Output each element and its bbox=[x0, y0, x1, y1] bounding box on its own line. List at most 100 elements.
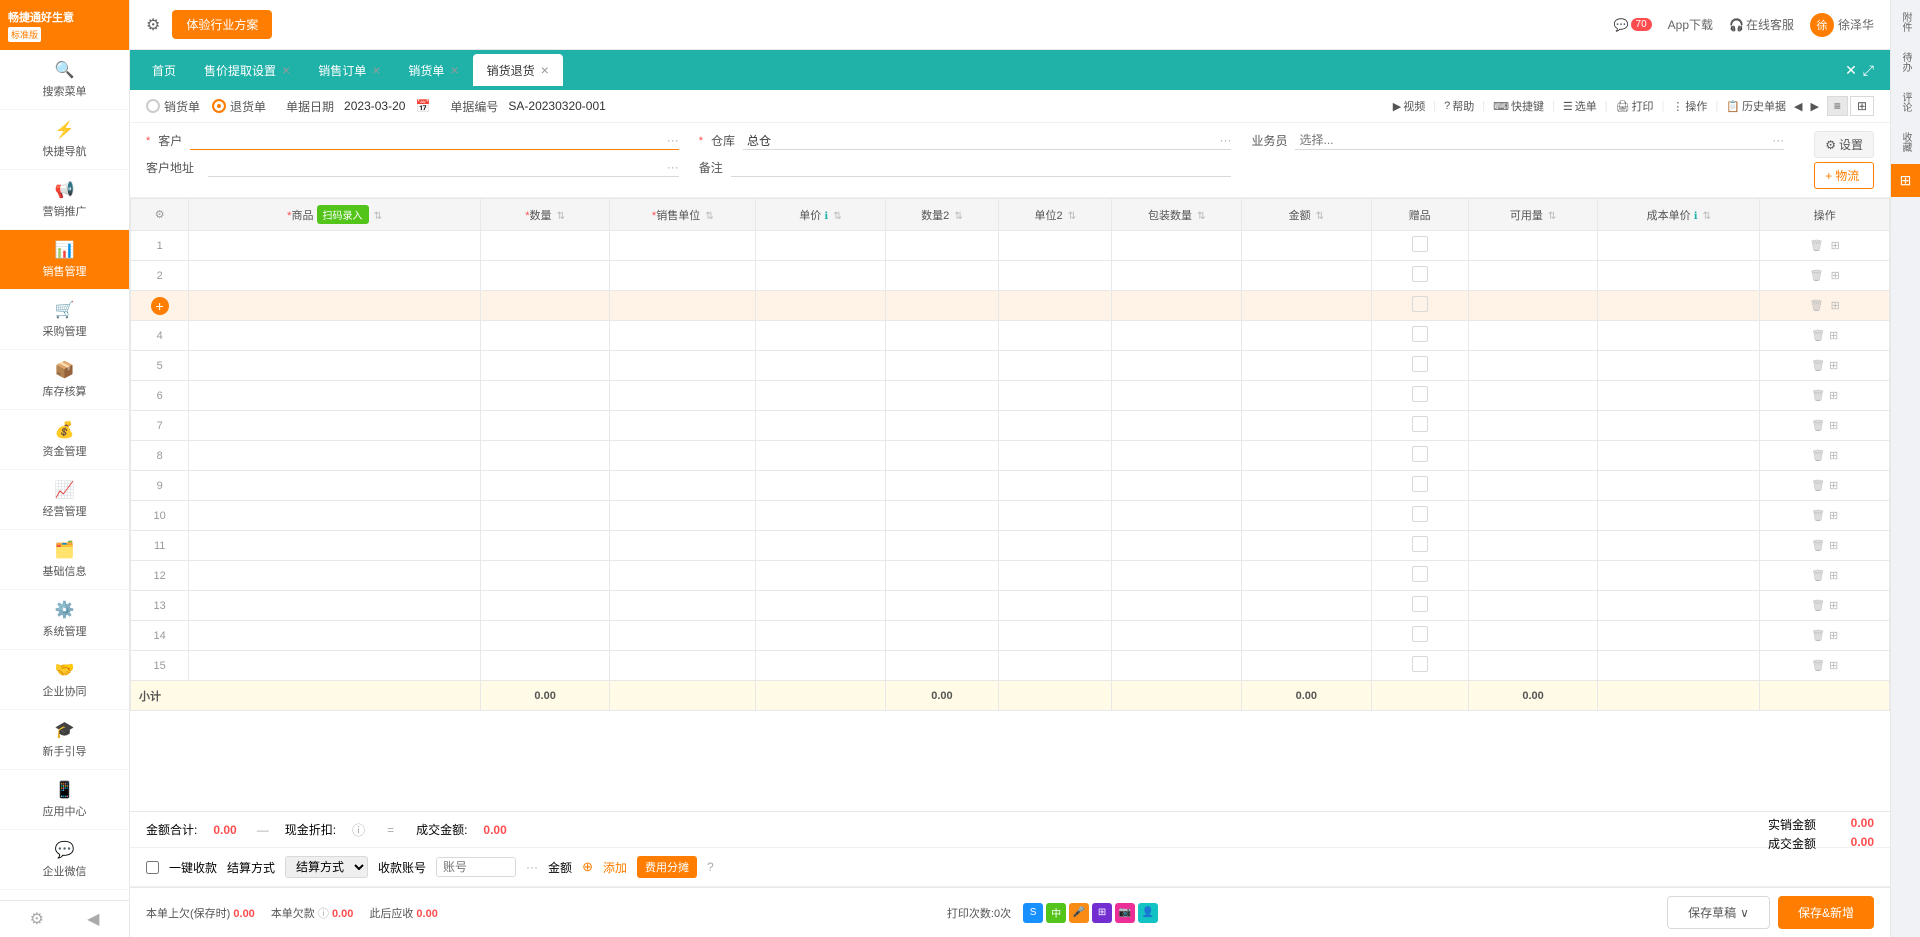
row-3-unit2[interactable] bbox=[999, 291, 1112, 321]
row-10-delete-icon[interactable]: 🗑 bbox=[1811, 510, 1825, 522]
expense-info-icon[interactable]: ? bbox=[707, 860, 714, 874]
staff-input[interactable] bbox=[1295, 131, 1772, 149]
row-2-product[interactable] bbox=[189, 261, 481, 291]
sidebar-item-purchase[interactable]: 🛒 采购管理 bbox=[0, 290, 129, 350]
row-6-delete-icon[interactable]: 🗑 bbox=[1811, 390, 1825, 402]
sidebar-item-member[interactable]: 👑 畅会员 bbox=[0, 890, 129, 900]
amount-sort-icon[interactable]: ⇅ bbox=[1316, 211, 1324, 222]
row-14-delete-icon[interactable]: 🗑 bbox=[1811, 630, 1825, 642]
shortcut-btn[interactable]: ⌨ 快捷键 bbox=[1493, 98, 1544, 114]
discount-info-icon[interactable]: ⓘ bbox=[352, 820, 365, 839]
tab-sales-delivery[interactable]: 销货单 × bbox=[394, 54, 472, 86]
sidebar-item-marketing[interactable]: 📢 营销推广 bbox=[0, 170, 129, 230]
row-2-unit[interactable] bbox=[610, 261, 756, 291]
right-panel-fav-btn[interactable]: 收藏 bbox=[1894, 124, 1917, 160]
pack-sort-icon[interactable]: ⇅ bbox=[1197, 211, 1205, 222]
tab-close-sales-delivery[interactable]: × bbox=[450, 62, 458, 78]
sidebar-item-wechat[interactable]: 💬 企业微信 bbox=[0, 830, 129, 890]
row-11-gift-cb[interactable] bbox=[1412, 536, 1428, 552]
row-12-gift-cb[interactable] bbox=[1412, 566, 1428, 582]
row-3-unit[interactable] bbox=[610, 291, 756, 321]
row-3-copy-icon[interactable]: ⊞ bbox=[1831, 300, 1840, 312]
account-input[interactable] bbox=[436, 857, 516, 877]
table-container[interactable]: ⚙ *商品 扫码录入 ⇅ *数量 ⇅ bbox=[130, 198, 1890, 811]
staff-dots-btn[interactable]: ··· bbox=[1772, 133, 1784, 147]
row-1-gift[interactable] bbox=[1371, 231, 1468, 261]
tab-maximize-btn[interactable]: ⤢ bbox=[1863, 62, 1874, 79]
row-5-copy-icon[interactable]: ⊞ bbox=[1829, 360, 1838, 372]
setup-btn[interactable]: ⚙ 设置 bbox=[1814, 131, 1874, 158]
row-7-gift-cb[interactable] bbox=[1412, 416, 1428, 432]
row-11-delete-icon[interactable]: 🗑 bbox=[1811, 540, 1825, 552]
scan-btn[interactable]: 扫码录入 bbox=[317, 205, 369, 224]
row-14-copy-icon[interactable]: ⊞ bbox=[1829, 630, 1838, 642]
save-draft-btn[interactable]: 保存草稿 ∨ bbox=[1667, 896, 1770, 929]
row-2-price[interactable] bbox=[756, 261, 886, 291]
row-2-qty2[interactable] bbox=[885, 261, 998, 291]
sidebar-item-system[interactable]: ⚙️ 系统管理 bbox=[0, 590, 129, 650]
row-1-cost[interactable] bbox=[1598, 231, 1760, 261]
row-10-gift-cb[interactable] bbox=[1412, 506, 1428, 522]
sidebar-item-apps[interactable]: 📱 应用中心 bbox=[0, 770, 129, 830]
row-8-delete-icon[interactable]: 🗑 bbox=[1811, 450, 1825, 462]
settings-gear-icon[interactable]: ⚙ bbox=[146, 15, 160, 35]
avail-sort-icon[interactable]: ⇅ bbox=[1548, 211, 1556, 222]
row-3-product-input[interactable] bbox=[195, 300, 474, 312]
row-2-cost[interactable] bbox=[1598, 261, 1760, 291]
sidebar-item-guide[interactable]: 🎓 新手引导 bbox=[0, 710, 129, 770]
row-1-unit[interactable] bbox=[610, 231, 756, 261]
row-3-gift-cb[interactable] bbox=[1412, 296, 1428, 312]
unit-sort-icon[interactable]: ⇅ bbox=[705, 211, 713, 222]
sidebar-item-search[interactable]: 🔍 搜索菜单 bbox=[0, 50, 129, 110]
remark-input[interactable] bbox=[731, 158, 1232, 176]
address-dots-btn[interactable]: ··· bbox=[667, 160, 679, 174]
row-6-copy-icon[interactable]: ⊞ bbox=[1829, 390, 1838, 402]
row-15-copy-icon[interactable]: ⊞ bbox=[1829, 660, 1838, 672]
customer-dots-btn[interactable]: ··· bbox=[667, 133, 679, 147]
prev-record-btn[interactable]: ◀ bbox=[1794, 100, 1802, 113]
sidebar-item-inventory[interactable]: 📦 库存核算 bbox=[0, 350, 129, 410]
row-1-price[interactable] bbox=[756, 231, 886, 261]
row-3-product[interactable] bbox=[189, 291, 481, 321]
row-9-copy-icon[interactable]: ⊞ bbox=[1829, 480, 1838, 492]
help-btn[interactable]: ? 帮助 bbox=[1444, 98, 1474, 114]
sidebar-item-enterprise[interactable]: 🤝 企业协同 bbox=[0, 650, 129, 710]
history-btn[interactable]: 📋 历史单据 bbox=[1726, 98, 1786, 114]
row-2-gift[interactable] bbox=[1371, 261, 1468, 291]
row-1-unit2[interactable] bbox=[999, 231, 1112, 261]
row-3-pack[interactable] bbox=[1112, 291, 1242, 321]
row-8-copy-icon[interactable]: ⊞ bbox=[1829, 450, 1838, 462]
tab-close-sales-order[interactable]: × bbox=[372, 62, 380, 78]
experience-btn[interactable]: 体验行业方案 bbox=[172, 10, 272, 39]
row-1-delete-icon[interactable]: 🗑 bbox=[1810, 240, 1824, 252]
row-2-qty[interactable] bbox=[480, 261, 610, 291]
row-5-gift-cb[interactable] bbox=[1412, 356, 1428, 372]
account-dots-btn[interactable]: ··· bbox=[526, 860, 538, 874]
row-13-delete-icon[interactable]: 🗑 bbox=[1811, 600, 1825, 612]
right-panel-active-btn[interactable]: ⊞ bbox=[1891, 164, 1920, 197]
one-click-checkbox[interactable] bbox=[146, 861, 159, 874]
row-9-delete-icon[interactable]: 🗑 bbox=[1811, 480, 1825, 492]
cost-sort-icon[interactable]: ⇅ bbox=[1703, 211, 1711, 222]
right-panel-attach-btn[interactable]: 附件 bbox=[1894, 4, 1917, 40]
user-avatar[interactable]: 徐 徐泽华 bbox=[1810, 13, 1874, 37]
row-4-copy-icon[interactable]: ⊞ bbox=[1829, 330, 1838, 342]
radio-return[interactable]: 退货单 bbox=[212, 98, 266, 115]
row-1-avail[interactable] bbox=[1468, 231, 1598, 261]
row-3-avail[interactable] bbox=[1468, 291, 1598, 321]
column-settings-icon[interactable]: ⚙ bbox=[155, 209, 165, 221]
tab-sales-return[interactable]: 销货退货 × bbox=[473, 54, 563, 86]
right-panel-comment-btn[interactable]: 评论 bbox=[1894, 84, 1917, 120]
print-btn[interactable]: 🖨 打印 bbox=[1616, 98, 1654, 114]
next-record-btn[interactable]: ▶ bbox=[1810, 100, 1818, 113]
warehouse-dots-btn[interactable]: ··· bbox=[1219, 133, 1231, 147]
right-panel-todo-btn[interactable]: 待办 bbox=[1894, 44, 1917, 80]
row-2-copy-icon[interactable]: ⊞ bbox=[1831, 270, 1840, 282]
row-1-copy-icon[interactable]: ⊞ bbox=[1831, 240, 1840, 252]
row-8-gift-cb[interactable] bbox=[1412, 446, 1428, 462]
single-arrears-info-icon[interactable]: ⓘ bbox=[318, 908, 329, 920]
expense-split-btn[interactable]: 费用分摊 bbox=[637, 856, 697, 878]
row-14-gift-cb[interactable] bbox=[1412, 626, 1428, 642]
calendar-icon[interactable]: 📅 bbox=[415, 99, 430, 113]
sidebar-item-finance[interactable]: 💰 资金管理 bbox=[0, 410, 129, 470]
